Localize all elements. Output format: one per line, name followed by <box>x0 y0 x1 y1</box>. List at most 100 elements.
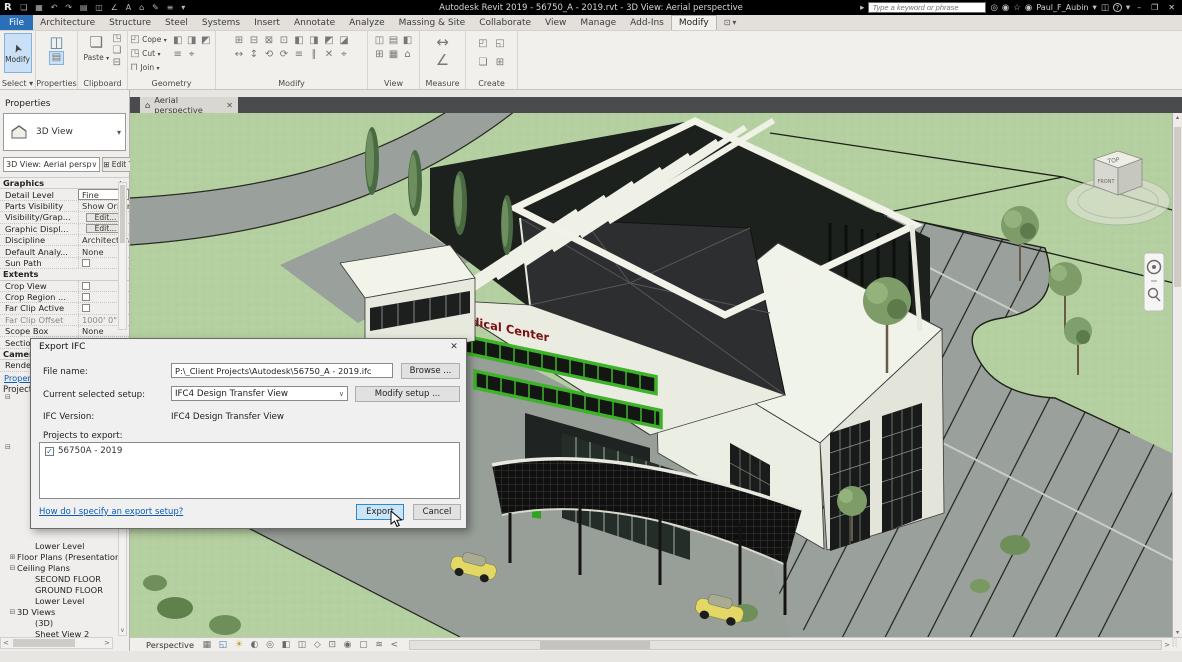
ribbon-icon[interactable]: ⊞ <box>375 49 383 61</box>
tree-expander-icon[interactable]: ⊟ <box>5 393 11 401</box>
crop-region-icon[interactable]: ◧ <box>282 640 291 650</box>
setup-dropdown[interactable]: IFC4 Design Transfer View ∨ <box>171 386 348 401</box>
ribbon-icon[interactable]: ▤ <box>389 35 398 47</box>
prop-row-scope-box[interactable]: Scope BoxNone <box>0 326 129 337</box>
tree-expander-icon[interactable]: ⊞ <box>8 553 17 561</box>
ribbon-icon[interactable]: ❏ <box>479 57 488 69</box>
tab-collaborate[interactable]: Collaborate <box>472 15 538 30</box>
prop-row-discipline[interactable]: DisciplineArchitectural <box>0 235 129 246</box>
favorites-star-icon[interactable]: ☆ <box>1013 3 1021 13</box>
copy-icon[interactable]: ❏ <box>112 45 121 57</box>
properties-scrollbar[interactable] <box>118 182 127 330</box>
crop-view-checkbox[interactable] <box>82 282 90 290</box>
prop-row-far-clip-active[interactable]: Far Clip Active <box>0 303 129 314</box>
section-graphics[interactable]: Graphics∧ <box>0 178 129 189</box>
type-selector[interactable]: 3D View ▾ <box>3 113 126 151</box>
ribbon-icon[interactable]: ◫ <box>375 35 384 47</box>
render-icon[interactable]: ◎ <box>266 640 274 650</box>
navigation-bar[interactable] <box>1144 253 1164 311</box>
prop-row-sun-path[interactable]: Sun Path <box>0 258 129 269</box>
close-view-icon[interactable]: ✕ <box>226 101 233 110</box>
ribbon-icon[interactable]: ↕ <box>250 49 258 61</box>
tree-item[interactable]: (3D) <box>0 617 118 628</box>
search-icon[interactable]: ◎ <box>990 3 997 13</box>
scrollbar-thumb[interactable] <box>1174 127 1181 287</box>
join-button[interactable]: ⊓ Join ▾ <box>130 61 159 75</box>
rotate-icon[interactable]: ⟲ <box>265 49 273 61</box>
type-selector-dropdown-icon[interactable]: ▾ <box>117 128 121 137</box>
paste-label[interactable]: Paste ▾ <box>83 51 109 65</box>
cut-icon[interactable]: ◳ <box>112 33 121 45</box>
undo-icon[interactable]: ↶ <box>51 3 58 12</box>
ribbon-icon[interactable]: ⌖ <box>189 49 195 61</box>
prop-row-detail-level[interactable]: Detail LevelFine <box>0 189 129 200</box>
ribbon-icon[interactable]: ⟳ <box>280 49 288 61</box>
properties-palette-icon[interactable]: ◫ <box>49 33 63 51</box>
browse-button[interactable]: Browse ... <box>401 363 460 379</box>
thin-lines-icon[interactable]: ≡ <box>167 3 174 12</box>
tree-item[interactable]: GROUND FLOOR <box>0 584 118 595</box>
ribbon-icon[interactable]: ⊟ <box>250 35 258 47</box>
cancel-button[interactable]: Cancel <box>413 504 461 520</box>
modify-tool-button[interactable]: ➤ Modify <box>4 33 32 73</box>
ribbon-icon[interactable]: ⊠ <box>265 35 273 47</box>
text-icon[interactable]: A <box>126 3 131 12</box>
tree-expander-icon[interactable]: ⊟ <box>8 564 17 572</box>
ribbon-icon[interactable]: ⊞ <box>496 57 504 69</box>
ribbon-icon[interactable]: ◧ <box>294 35 303 47</box>
help-icon[interactable]: ? <box>1113 3 1122 12</box>
modify-setup-button[interactable]: Modify setup ... <box>355 386 460 402</box>
ribbon-icon[interactable]: ◨ <box>187 35 196 47</box>
ribbon-icon[interactable]: ▦ <box>389 49 398 61</box>
app-store-icon[interactable]: ◫ <box>1101 3 1109 13</box>
tab-view[interactable]: View <box>538 15 573 30</box>
temporary-hide-icon[interactable]: ◇ <box>314 640 321 650</box>
tree-item[interactable]: SECOND FLOOR <box>0 573 118 584</box>
qat-dropdown-icon[interactable]: ▾ <box>181 3 185 12</box>
crop-icon[interactable]: ▦ <box>203 640 212 650</box>
tab-manage[interactable]: Manage <box>573 15 623 30</box>
tab-add-ins[interactable]: Add-Ins <box>623 15 671 30</box>
tab-insert[interactable]: Insert <box>247 15 287 30</box>
analytical-model-icon[interactable]: ▢ <box>359 640 368 650</box>
measure-ruler-icon[interactable]: ↔ <box>436 33 449 51</box>
dimension-icon[interactable]: ∠ <box>111 3 118 12</box>
ribbon-icon[interactable]: ◱ <box>495 38 504 50</box>
tab-massing-site[interactable]: Massing & Site <box>392 15 473 30</box>
infocenter-expand-icon[interactable]: ▸ <box>860 3 864 13</box>
ribbon-icon[interactable]: ◨ <box>309 35 318 47</box>
ribbon-icon[interactable]: ≡ <box>174 49 182 61</box>
signed-in-user[interactable]: Paul_F_Aubin <box>1036 3 1088 12</box>
sun-settings-icon[interactable]: ☀ <box>235 640 243 650</box>
far-clip-checkbox[interactable] <box>82 304 90 312</box>
move-icon[interactable]: ↔ <box>235 49 243 61</box>
properties-toggle-icon[interactable]: ▤ <box>49 51 64 65</box>
ribbon-icon[interactable]: ◩ <box>201 35 210 47</box>
view-tab-aerial-perspective[interactable]: ⌂ Aerial perspective ✕ <box>140 97 238 113</box>
ribbon-icon[interactable]: ◧ <box>403 35 412 47</box>
tree-expander-icon[interactable]: ⊟ <box>8 608 17 616</box>
search-input[interactable] <box>868 2 986 13</box>
tree-item[interactable]: ⊞Floor Plans (Presentation) <box>0 551 118 562</box>
lock-view-icon[interactable]: ◫ <box>298 640 307 650</box>
dialog-close-icon[interactable]: ✕ <box>442 342 466 352</box>
tree-item[interactable]: Lower Level <box>0 595 118 606</box>
ribbon-icon[interactable]: ◧ <box>173 35 182 47</box>
view-cube-faces[interactable]: TOP FRONT <box>1094 151 1142 195</box>
user-dropdown-icon[interactable]: ▾ <box>1093 3 1097 13</box>
prop-row-crop-region[interactable]: Crop Region ... <box>0 292 129 303</box>
measure-icon[interactable]: ◫ <box>95 3 103 12</box>
section-icon[interactable]: ✎ <box>152 3 159 12</box>
ribbon-icon[interactable]: ⌖ <box>341 49 347 61</box>
section-extents[interactable]: Extents∧ <box>0 269 129 280</box>
projects-list[interactable]: ✓ 56750A - 2019 <box>39 442 460 499</box>
delete-icon[interactable]: ✕ <box>325 49 333 61</box>
dialog-title-bar[interactable]: Export IFC ✕ <box>31 339 466 355</box>
ribbon-icon[interactable]: ◰ <box>478 38 487 50</box>
ribbon-options-icon[interactable]: ⊡▾ <box>717 15 744 30</box>
instance-selector[interactable]: 3D View: Aerial persp ∨ <box>3 157 100 172</box>
prop-row-parts-visibility[interactable]: Parts VisibilityShow Original <box>0 201 129 212</box>
restore-button[interactable]: ❐ <box>1151 3 1158 12</box>
crop-region-checkbox[interactable] <box>82 293 90 301</box>
scroll-right-icon[interactable]: > <box>104 639 110 647</box>
